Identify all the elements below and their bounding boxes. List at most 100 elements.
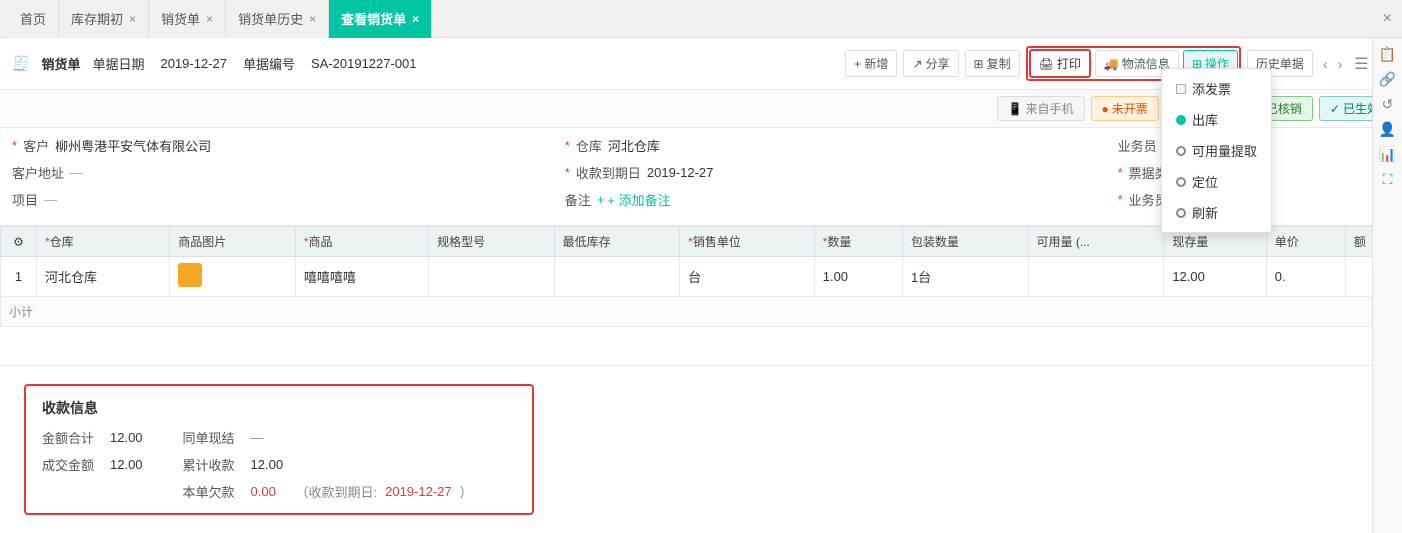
add-invoice-item[interactable]: 添发票 <box>1162 73 1271 104</box>
col-available: 可用量 (... <box>1028 227 1164 257</box>
payment-col-2: 同单现结 — 累计收款 12.00 本单欠款 0.00 （收款到期日: <box>183 428 473 501</box>
close-view-sales-tab[interactable]: × <box>412 12 419 26</box>
tab-view-sales[interactable]: 查看销货单 × <box>329 0 432 38</box>
tab-home[interactable]: 首页 <box>8 0 59 38</box>
table-row: 1 河北仓库 嘻嘻嘻嘻 台 1.00 1台 12.00 0. <box>1 257 1402 297</box>
warehouse-field: * 仓库 河北仓库 <box>565 136 1110 155</box>
teal-dot-icon <box>1176 115 1186 125</box>
sidebar-chart-icon[interactable]: 📊 <box>1379 146 1396 163</box>
date-value: 2019-12-27 <box>160 56 227 71</box>
mobile-status[interactable]: 📱 来自手机 <box>997 96 1085 121</box>
close-inventory-tab[interactable]: × <box>129 12 136 26</box>
sidebar-link-icon[interactable]: 🔗 <box>1379 71 1396 88</box>
col-spec: 规格型号 <box>429 227 555 257</box>
subtotal-row: 小计 <box>1 297 1402 327</box>
unopened-status[interactable]: ● 未开票 <box>1091 96 1159 121</box>
sidebar-return-icon[interactable]: ↺ <box>1382 96 1394 113</box>
subtotal-label: 小计 <box>1 297 1402 327</box>
transaction-row: 成交金额 12.00 <box>42 455 143 474</box>
row-unit: 台 <box>680 257 815 297</box>
share-icon: ↗ <box>912 57 922 71</box>
payment-rows: 金额合计 12.00 成交金额 12.00 同单现结 — <box>42 428 516 501</box>
prev-button[interactable]: ‹ <box>1319 54 1332 74</box>
product-thumbnail <box>178 263 202 287</box>
table-area: ⚙ *仓库 商品图片 *商品 规格型号 最低库存 *销售单位 *数量 包装数量 … <box>0 226 1402 366</box>
close-history-tab[interactable]: × <box>309 12 316 26</box>
payment-box: 收款信息 金额合计 12.00 成交金额 12.00 <box>24 384 534 515</box>
row-warehouse: 河北仓库 <box>37 257 170 297</box>
tab-inventory-init[interactable]: 库存期初 × <box>59 0 149 38</box>
row-qty: 1.00 <box>814 257 902 297</box>
col-image: 商品图片 <box>170 227 296 257</box>
row-available <box>1028 257 1164 297</box>
outline-dot-icon-3 <box>1176 208 1186 218</box>
window-close-button[interactable]: × <box>1383 10 1392 28</box>
sidebar-user-icon[interactable]: 👤 <box>1379 121 1396 138</box>
col-product: *商品 <box>295 227 428 257</box>
doc-meta: 单据日期 2019-12-27 单据编号 SA-20191227-001 <box>92 54 416 73</box>
col-pack-qty: 包装数量 <box>902 227 1028 257</box>
project-field: 项目 — <box>12 190 557 209</box>
print-icon: 🖨 <box>1039 57 1054 71</box>
due-date-field: * 收款到期日 2019-12-27 <box>565 163 1110 182</box>
number-value: SA-20191227-001 <box>311 56 417 71</box>
tab-bar: 首页 库存期初 × 销货单 × 销货单历史 × 查看销货单 × × <box>0 0 1402 38</box>
outline-dot-icon-2 <box>1176 177 1186 187</box>
locate-item[interactable]: 定位 <box>1162 166 1271 197</box>
tab-sales-history[interactable]: 销货单历史 × <box>226 0 329 38</box>
outbound-item[interactable]: 出库 <box>1162 104 1271 135</box>
effective-icon: ✓ <box>1330 102 1340 116</box>
doc-actions: + 新增 ↗ 分享 ⊞ 复制 🖨 打印 🚚 物 <box>845 46 1390 81</box>
nav-arrows: ‹ › <box>1319 54 1346 74</box>
col-unit-price: 单价 <box>1266 227 1345 257</box>
date-label: 单据日期 <box>92 54 144 73</box>
row-image <box>170 257 296 297</box>
copy-button[interactable]: ⊞ 复制 <box>965 50 1020 77</box>
mobile-icon: 📱 <box>1008 102 1023 116</box>
refresh-item[interactable]: 刷新 <box>1162 197 1271 228</box>
row-unit-price: 0. <box>1266 257 1345 297</box>
payment-area: 收款信息 金额合计 12.00 成交金额 12.00 <box>0 366 1402 533</box>
print-button[interactable]: 🖨 打印 <box>1029 49 1091 78</box>
row-product: 嘻嘻嘻嘻 <box>295 257 428 297</box>
customer-field: * 客户 柳州粤港平安气体有限公司 <box>12 136 557 155</box>
copy-icon: ⊞ <box>974 57 984 71</box>
row-pack-qty: 1台 <box>902 257 1028 297</box>
rect-icon <box>1176 84 1186 94</box>
operate-dropdown: 添发票 出库 可用量提取 定位 刷新 <box>1161 68 1272 233</box>
col-qty: *数量 <box>814 227 902 257</box>
right-sidebar: 📋 🔗 ↺ 👤 📊 ⛶ <box>1372 38 1402 533</box>
total-row: 金额合计 12.00 <box>42 428 143 447</box>
list-view-button[interactable]: ☰ <box>1352 52 1370 76</box>
available-extract-item[interactable]: 可用量提取 <box>1162 135 1271 166</box>
note-field: 备注 + + 添加备注 <box>565 190 1110 209</box>
sidebar-expand-icon[interactable]: ⛶ <box>1383 171 1393 188</box>
col-settings: ⚙ <box>1 227 37 257</box>
cumulative-row: 累计收款 12.00 <box>183 455 473 474</box>
same-order-row: 同单现结 — <box>183 428 473 447</box>
circle-icon: ● <box>1102 102 1109 116</box>
address-field: 客户地址 — <box>12 163 557 182</box>
products-table: ⚙ *仓库 商品图片 *商品 规格型号 最低库存 *销售单位 *数量 包装数量 … <box>0 226 1402 327</box>
doc-icon: 🧾 <box>12 55 29 72</box>
number-label: 单据编号 <box>243 54 295 73</box>
next-button[interactable]: › <box>1334 54 1347 74</box>
outline-dot-icon <box>1176 146 1186 156</box>
tab-sales-order[interactable]: 销货单 × <box>149 0 226 38</box>
close-sales-tab[interactable]: × <box>206 12 213 26</box>
sidebar-doc-icon[interactable]: 📋 <box>1379 46 1396 63</box>
col-unit: *销售单位 <box>680 227 815 257</box>
truck-icon: 🚚 <box>1104 57 1119 71</box>
settings-icon[interactable]: ⚙ <box>13 235 24 249</box>
col-min-stock: 最低库存 <box>554 227 680 257</box>
add-note-button[interactable]: + + 添加备注 <box>597 190 671 209</box>
row-no: 1 <box>1 257 37 297</box>
new-button[interactable]: + 新增 <box>845 50 897 77</box>
row-min-stock <box>554 257 680 297</box>
row-stock: 12.00 <box>1164 257 1266 297</box>
plus-icon: + <box>597 192 605 207</box>
row-spec <box>429 257 555 297</box>
share-button[interactable]: ↗ 分享 <box>903 50 958 77</box>
doc-title: 销货单 <box>41 54 80 73</box>
payment-col-1: 金额合计 12.00 成交金额 12.00 <box>42 428 143 501</box>
